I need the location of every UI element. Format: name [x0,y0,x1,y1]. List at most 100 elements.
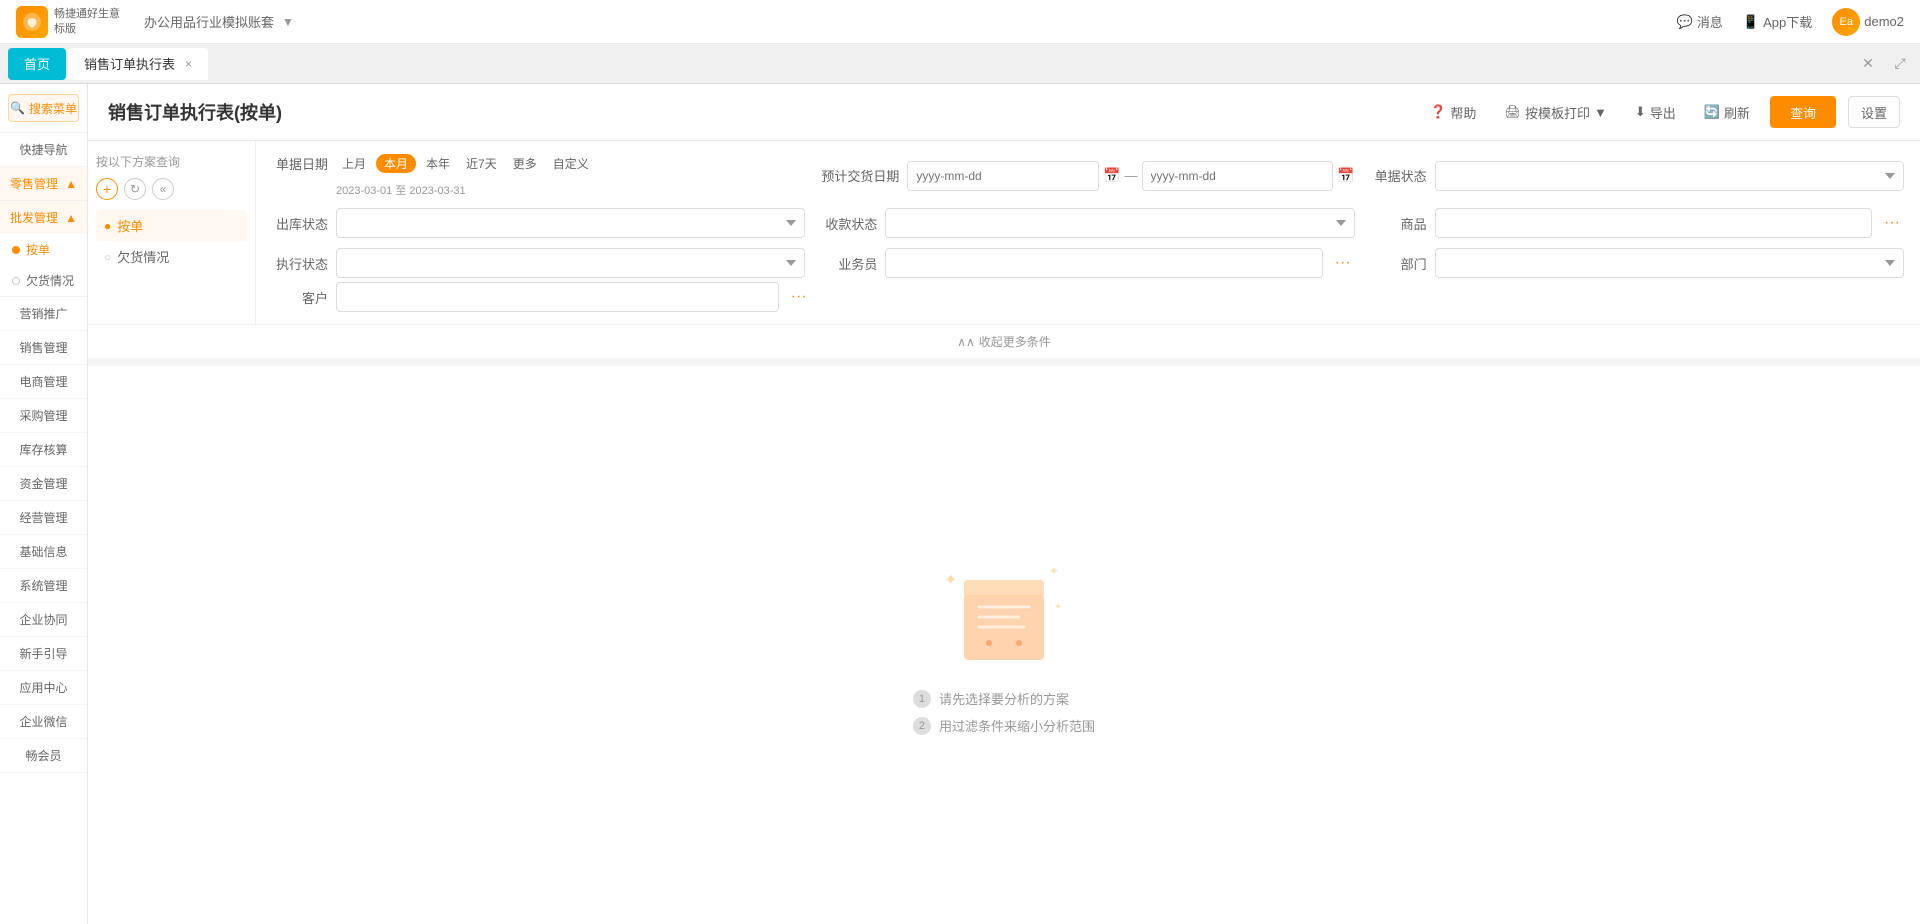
sidebar-item-wholesale[interactable]: 批发管理 ▲ [0,201,87,234]
sidebar-item-basic-info[interactable]: 基础信息 [0,535,87,569]
user-profile[interactable]: Ea demo2 [1832,8,1904,36]
app-download-button[interactable]: 📱 App下载 [1743,12,1812,31]
filter-goods-item: 商品 ··· [1371,208,1904,238]
sidebar-item-marketing[interactable]: 营销推广 [0,297,87,331]
app-logo-text: 畅捷通好生意 标版 [54,7,120,36]
sidebar-item-quick-nav[interactable]: 快捷导航 [0,133,87,167]
sidebar-item-system[interactable]: 系统管理 [0,569,87,603]
calendar-icon-2[interactable]: 📅 [1337,167,1354,184]
delivery-status-label: 出库状态 [272,214,328,233]
expected-date-to-input[interactable] [1142,161,1334,191]
refresh-icon: 🔄 [1704,104,1720,120]
date-btn-this-month[interactable]: 本月 [376,154,416,173]
sidebar-item-operation[interactable]: 经营管理 [0,501,87,535]
sidebar-search-button[interactable]: 🔍 搜索菜单 [8,94,79,122]
sidebar-sub-item-order[interactable]: 按单 [0,234,87,265]
export-button[interactable]: ⬇ 导出 [1627,99,1684,126]
page-actions: ❓ 帮助 🖨 按模板打印 ▼ ⬇ 导出 🔄 刷新 查询 设置 [1422,96,1900,128]
add-scheme-button[interactable]: + [96,178,118,200]
filter-scheme-panel: 按以下方案查询 + ↻ « ● 按单 ○ 欠货情况 [88,141,256,324]
active-dot-icon [12,246,20,254]
goods-more-icon[interactable]: ··· [1880,214,1904,232]
sidebar-item-purchase[interactable]: 采购管理 [0,399,87,433]
message-button[interactable]: 💬 消息 [1677,12,1723,31]
tab-close-icon[interactable]: × [185,57,192,71]
tab-home[interactable]: 首页 [8,48,66,80]
salesperson-input[interactable] [885,248,1322,278]
sidebar-item-enterprise-wechat[interactable]: 企业微信 [0,705,87,739]
content-area: 销售订单执行表(按单) ❓ 帮助 🖨 按模板打印 ▼ ⬇ 导出 🔄 刷新 [88,84,1920,924]
scheme-item-order[interactable]: ● 按单 [96,210,247,241]
empty-svg-illustration: ✦ ✦ ✦ [934,555,1074,665]
sidebar-item-inventory[interactable]: 库存核算 [0,433,87,467]
filter-date-item: 单据日期 上月 本月 本年 近7天 更多 自定义 2023-03-01 至 20… [272,153,805,198]
search-icon: 🔍 [10,101,25,115]
tab-close-window-icon[interactable]: ✕ [1856,52,1880,76]
sidebar-sub-item-backorder[interactable]: 欠货情况 [0,265,87,296]
sidebar: 🔍 搜索菜单 快捷导航 零售管理 ▲ 批发管理 ▲ 按单 欠 [0,84,88,924]
scheme-active-icon: ● [104,219,111,233]
sidebar-item-sales[interactable]: 销售管理 [0,331,87,365]
breadcrumb-arrow-icon[interactable]: ▼ [282,15,294,29]
wholesale-arrow-icon: ▲ [65,211,77,225]
exec-status-select[interactable] [336,248,805,278]
filter-doc-status-item: 单据状态 [1371,153,1904,198]
breadcrumb-text: 办公用品行业模拟账套 [144,12,274,31]
filter-scheme-title: 按以下方案查询 [96,153,247,170]
date-btn-this-year[interactable]: 本年 [420,153,456,174]
customer-label: 客户 [272,288,328,307]
collapse-scheme-button[interactable]: « [152,178,174,200]
help-button[interactable]: ❓ 帮助 [1422,99,1484,126]
date-btn-7days[interactable]: 近7天 [460,153,503,174]
main-layout: 🔍 搜索菜单 快捷导航 零售管理 ▲ 批发管理 ▲ 按单 欠 [0,84,1920,924]
goods-label: 商品 [1371,214,1427,233]
print-button[interactable]: 🖨 按模板打印 ▼ [1496,99,1614,126]
tab-bar: 首页 销售订单执行表 × ✕ ⤢ [0,44,1920,84]
date-btn-custom[interactable]: 自定义 [547,153,595,174]
top-bar: 畅捷通好生意 标版 办公用品行业模拟账套 ▼ 💬 消息 📱 App下载 Ea d… [0,0,1920,44]
refresh-scheme-button[interactable]: ↻ [124,178,146,200]
scheme-item-backorder[interactable]: ○ 欠货情况 [96,241,247,272]
doc-status-label: 单据状态 [1371,166,1427,185]
dept-label: 部门 [1371,254,1427,273]
empty-illustration: ✦ ✦ ✦ [934,555,1074,665]
tip-num-2: 2 [913,717,931,735]
filter-expected-date-item: 预计交货日期 📅 — 📅 [821,153,1354,198]
payment-status-select[interactable] [885,208,1354,238]
expected-date-from-input[interactable] [907,161,1099,191]
doc-status-select[interactable] [1435,161,1904,191]
collapse-arrow-icon: ∧∧ [957,335,975,349]
tab-expand-icon[interactable]: ⤢ [1888,52,1912,76]
sidebar-item-member[interactable]: 畅会员 [0,739,87,773]
dept-select[interactable] [1435,248,1904,278]
filter-row-3: 执行状态 业务员 ··· 部门 [272,248,1904,278]
settings-button[interactable]: 设置 [1848,96,1900,128]
customer-more-icon[interactable]: ··· [787,288,811,306]
filter-salesperson-item: 业务员 ··· [821,248,1354,278]
delivery-status-select[interactable] [336,208,805,238]
collapse-bar[interactable]: ∧∧ 收起更多条件 [88,324,1920,358]
retail-arrow-icon: ▲ [65,177,77,191]
tab-active[interactable]: 销售订单执行表 × [68,48,208,80]
query-button[interactable]: 查询 [1770,96,1836,128]
sidebar-item-retail[interactable]: 零售管理 ▲ [0,167,87,200]
sidebar-item-enterprise-collab[interactable]: 企业协同 [0,603,87,637]
salesperson-more-icon[interactable]: ··· [1331,254,1355,272]
filter-row-1: 单据日期 上月 本月 本年 近7天 更多 自定义 2023-03-01 至 20… [272,153,1904,198]
customer-input[interactable] [336,282,779,312]
scheme-inactive-icon: ○ [104,250,111,264]
sidebar-item-finance[interactable]: 资金管理 [0,467,87,501]
filter-customer-item: 客户 ··· [272,282,811,312]
sidebar-item-app-center[interactable]: 应用中心 [0,671,87,705]
date-btn-more[interactable]: 更多 [507,153,543,174]
calendar-icon-1[interactable]: 📅 [1103,167,1120,184]
print-icon: 🖨 [1504,104,1521,120]
refresh-button[interactable]: 🔄 刷新 [1696,99,1758,126]
payment-status-label: 收款状态 [821,214,877,233]
goods-input[interactable] [1435,208,1872,238]
filter-row-4: 客户 ··· [272,282,1904,312]
filter-right-panel: 单据日期 上月 本月 本年 近7天 更多 自定义 2023-03-01 至 20… [256,141,1920,324]
date-btn-last-month[interactable]: 上月 [336,153,372,174]
sidebar-item-new-guide[interactable]: 新手引导 [0,637,87,671]
sidebar-item-ecommerce[interactable]: 电商管理 [0,365,87,399]
